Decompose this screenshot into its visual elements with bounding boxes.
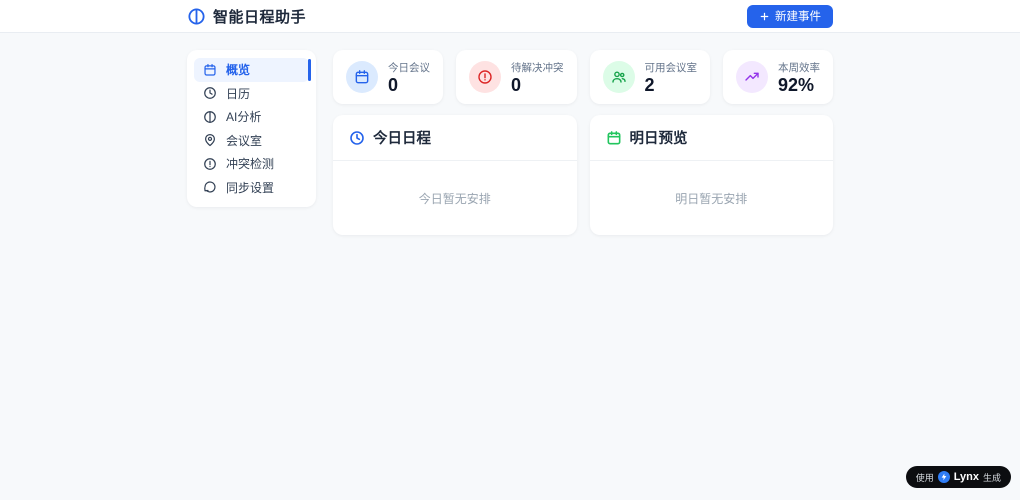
badge-brand: Lynx: [953, 471, 979, 483]
sidebar: 概览 日历 AI分析 会议室 冲突检测 同步设置: [187, 50, 316, 207]
sidebar-item-sync-settings[interactable]: 同步设置: [194, 176, 309, 200]
sidebar-item-label: AI分析: [226, 110, 262, 125]
today-schedule-panel: 今日日程 今日暂无安排: [333, 115, 577, 235]
stat-card-week-efficiency: 本周效率 92%: [723, 50, 833, 104]
panel-body: 今日暂无安排: [333, 161, 577, 235]
alert-icon: [469, 61, 501, 93]
ai-circle-icon: [203, 110, 217, 124]
sidebar-item-calendar[interactable]: 日历: [194, 82, 309, 106]
content-area: 概览 日历 AI分析 会议室 冲突检测 同步设置 今日会议 0 待解决冲突 0 …: [187, 50, 833, 235]
tomorrow-preview-panel: 明日预览 明日暂无安排: [589, 115, 834, 235]
stat-value: 0: [388, 74, 399, 95]
sidebar-item-label: 会议室: [226, 133, 263, 148]
stat-label: 待解决冲突: [511, 61, 564, 74]
sidebar-item-meeting-rooms[interactable]: 会议室: [194, 129, 309, 153]
map-pin-icon: [203, 133, 217, 147]
sidebar-item-label: 日历: [226, 86, 251, 101]
lynx-logo-icon: [937, 471, 950, 483]
stat-label: 可用会议室: [644, 61, 698, 74]
users-icon: [602, 61, 635, 93]
sidebar-item-label: 同步设置: [226, 180, 275, 195]
stat-value: 92%: [778, 74, 815, 95]
app-brand: 智能日程助手: [187, 6, 306, 27]
plus-icon: [759, 11, 770, 22]
active-indicator: [308, 59, 311, 81]
panel-header: 今日日程: [333, 115, 577, 161]
badge-suffix: 生成: [982, 472, 1001, 483]
sidebar-item-ai-analysis[interactable]: AI分析: [194, 105, 309, 129]
stats-row: 今日会议 0 待解决冲突 0 可用会议室 2 本周效率 92%: [333, 50, 833, 104]
panel-title: 明日预览: [629, 131, 688, 147]
app-logo-icon: [187, 7, 206, 26]
panels-row: 今日日程 今日暂无安排 明日预览 明日暂无安排: [333, 115, 833, 235]
made-with-lynx-badge[interactable]: 使用 Lynx 生成: [905, 466, 1011, 488]
new-event-button[interactable]: 新建事件: [747, 4, 833, 28]
stat-card-today-meetings: 今日会议 0: [333, 50, 443, 104]
clock-icon: [203, 86, 217, 100]
stat-label: 本周效率: [778, 61, 820, 74]
panel-body: 明日暂无安排: [590, 161, 834, 235]
calendar-icon: [346, 61, 378, 93]
stat-label: 今日会议: [388, 61, 430, 74]
main-content: 今日会议 0 待解决冲突 0 可用会议室 2 本周效率 92% 今日日程 今日暂…: [333, 50, 833, 235]
clock-icon: [349, 130, 365, 146]
stat-value: 2: [644, 74, 655, 95]
sidebar-item-overview[interactable]: 概览: [194, 58, 311, 82]
stat-card-available-rooms: 可用会议室 2: [589, 50, 710, 104]
stat-value: 0: [511, 74, 522, 95]
alert-circle-icon: [203, 157, 217, 171]
panel-title: 今日日程: [373, 131, 431, 147]
sync-icon: [203, 180, 217, 194]
sidebar-item-label: 冲突检测: [226, 157, 275, 172]
sidebar-item-conflict-detection[interactable]: 冲突检测: [194, 152, 309, 176]
badge-prefix: 使用: [915, 472, 934, 483]
calendar-icon: [606, 130, 622, 146]
trend-up-icon: [736, 61, 768, 93]
empty-state-text: 今日暂无安排: [418, 191, 491, 206]
empty-state-text: 明日暂无安排: [675, 191, 748, 206]
stat-card-pending-conflicts: 待解决冲突 0: [456, 50, 577, 104]
new-event-button-label: 新建事件: [775, 11, 821, 23]
sidebar-item-label: 概览: [226, 63, 251, 78]
calendar-icon: [203, 63, 217, 77]
top-header: 智能日程助手 新建事件: [0, 0, 1020, 33]
panel-header: 明日预览: [589, 115, 833, 161]
app-title: 智能日程助手: [213, 8, 307, 26]
